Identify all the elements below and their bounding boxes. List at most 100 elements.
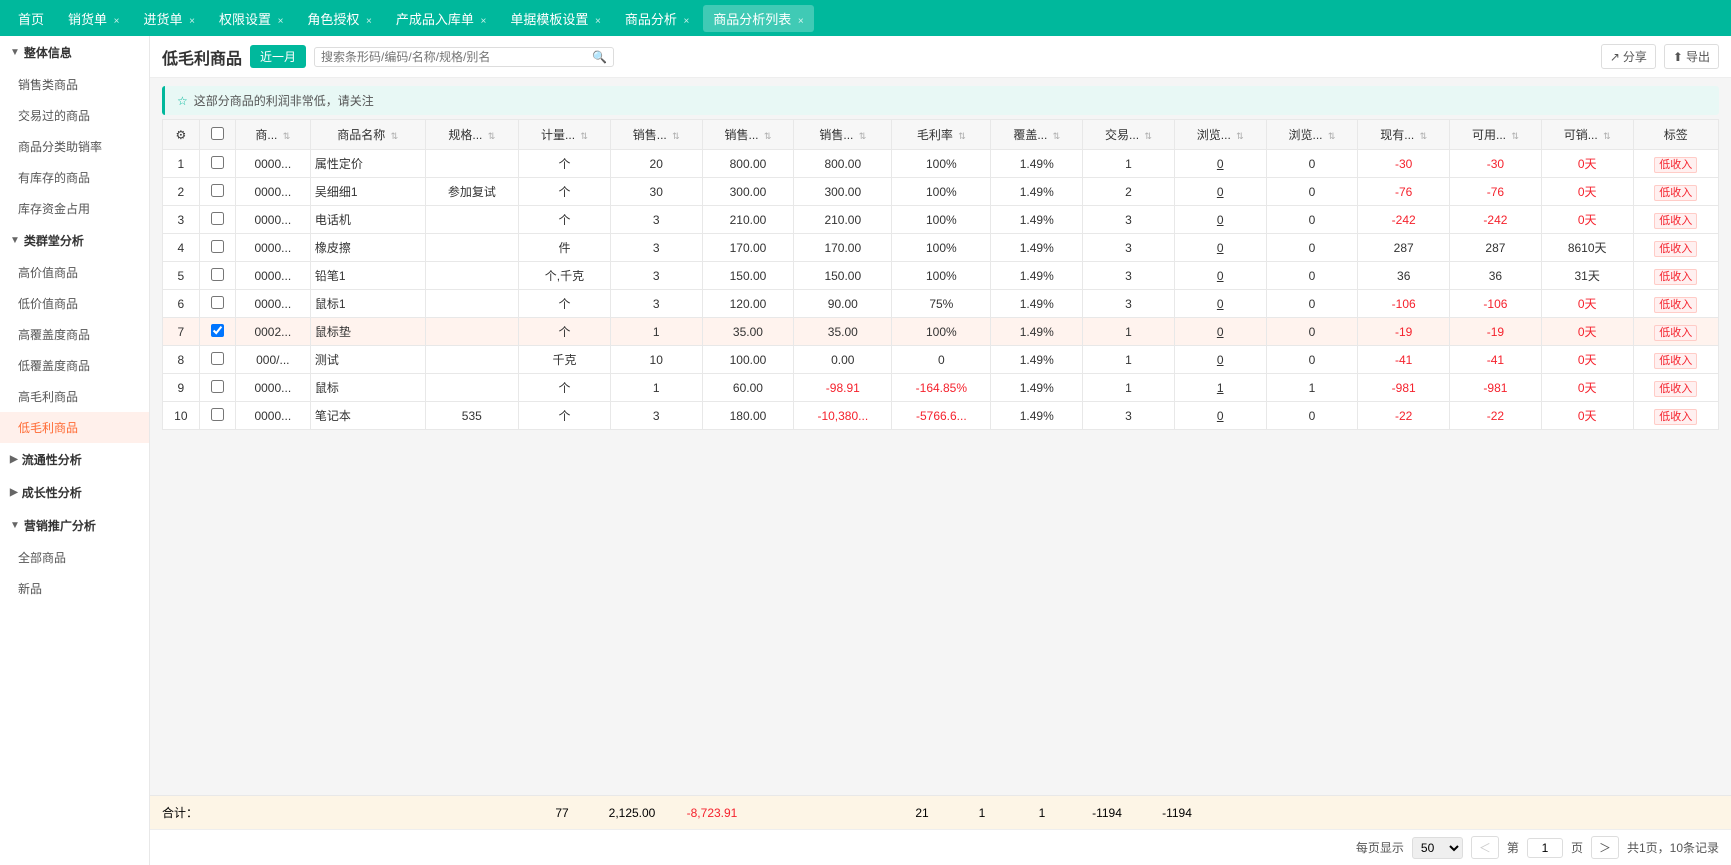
prev-page-btn[interactable]: ＜	[1471, 836, 1499, 859]
row-checkbox[interactable]	[211, 268, 224, 281]
sidebar-item-sales-goods[interactable]: 销售类商品	[0, 69, 149, 100]
nav-close-product-entry[interactable]: ×	[481, 16, 487, 27]
page-input[interactable]	[1527, 838, 1563, 858]
sidebar-item-high-value[interactable]: 高价值商品	[0, 257, 149, 288]
sort-amount-icon[interactable]: ⇅	[764, 131, 772, 141]
sidebar-item-traded-goods[interactable]: 交易过的商品	[0, 100, 149, 131]
sidebar-item-category-rate[interactable]: 商品分类助销率	[0, 131, 149, 162]
row-checkbox[interactable]	[211, 380, 224, 393]
views1-link[interactable]: 0	[1217, 157, 1224, 171]
nav-item-permission[interactable]: 权限设置 ×	[209, 5, 293, 32]
th-settings[interactable]: ⚙	[163, 120, 200, 150]
row-checkbox[interactable]	[211, 240, 224, 253]
sidebar-item-low-coverage[interactable]: 低覆盖度商品	[0, 350, 149, 381]
sort-qty-icon[interactable]: ⇅	[672, 131, 680, 141]
nav-item-analysis[interactable]: 商品分析 ×	[615, 5, 699, 32]
cell-checkbox[interactable]	[199, 318, 235, 346]
sidebar-item-low-margin[interactable]: 低毛利商品	[0, 412, 149, 443]
sort-code-icon[interactable]: ⇅	[283, 131, 291, 141]
cell-coverage: 1.49%	[991, 234, 1083, 262]
cell-sales-profit: 0.00	[794, 346, 892, 374]
cell-coverage: 1.49%	[991, 318, 1083, 346]
nav-item-product-entry[interactable]: 产成品入库单 ×	[386, 5, 496, 32]
sidebar-group-overall[interactable]: ▼ 整体信息	[0, 36, 149, 69]
views1-link[interactable]: 0	[1217, 409, 1224, 423]
search-icon[interactable]: 🔍	[592, 50, 607, 64]
nav-item-template[interactable]: 单据模板设置 ×	[500, 5, 610, 32]
views1-link[interactable]: 1	[1217, 381, 1224, 395]
cell-checkbox[interactable]	[199, 234, 235, 262]
share-btn[interactable]: ↗ 分享	[1601, 44, 1656, 69]
row-checkbox[interactable]	[211, 408, 224, 421]
row-checkbox[interactable]	[211, 352, 224, 365]
sort-unit-icon[interactable]: ⇅	[580, 131, 588, 141]
views1-link[interactable]: 0	[1217, 353, 1224, 367]
sort-spec-icon[interactable]: ⇅	[488, 131, 496, 141]
cell-checkbox[interactable]	[199, 262, 235, 290]
sidebar-item-stock-goods[interactable]: 有库存的商品	[0, 162, 149, 193]
sidebar-item-new-goods[interactable]: 新品	[0, 573, 149, 604]
row-checkbox[interactable]	[211, 184, 224, 197]
sort-stock-icon[interactable]: ⇅	[1420, 131, 1428, 141]
cell-checkbox[interactable]	[199, 150, 235, 178]
sort-trans-icon[interactable]: ⇅	[1144, 131, 1152, 141]
nav-close-role[interactable]: ×	[366, 16, 372, 27]
sort-views1-icon[interactable]: ⇅	[1236, 131, 1244, 141]
sidebar-item-high-margin[interactable]: 高毛利商品	[0, 381, 149, 412]
nav-item-sales[interactable]: 销货单 ×	[58, 5, 129, 32]
views1-link[interactable]: 0	[1217, 241, 1224, 255]
cell-sales-amount: 180.00	[702, 402, 794, 430]
sort-margin-icon[interactable]: ⇅	[958, 131, 966, 141]
sidebar-group-marketing[interactable]: ▼ 营销推广分析	[0, 509, 149, 542]
views1-link[interactable]: 0	[1217, 297, 1224, 311]
select-all-checkbox[interactable]	[211, 127, 224, 140]
sort-coverage-icon[interactable]: ⇅	[1053, 131, 1061, 141]
cell-checkbox[interactable]	[199, 206, 235, 234]
views1-link[interactable]: 0	[1217, 325, 1224, 339]
cell-checkbox[interactable]	[199, 178, 235, 206]
nav-close-purchase[interactable]: ×	[189, 16, 195, 27]
cell-checkbox[interactable]	[199, 290, 235, 318]
sidebar-item-low-value[interactable]: 低价值商品	[0, 288, 149, 319]
page-size-select[interactable]: 10 20 50 100	[1412, 837, 1463, 859]
sidebar-item-stock-capital[interactable]: 库存资金占用	[0, 193, 149, 224]
nav-item-analysis-list[interactable]: 商品分析列表 ×	[703, 5, 813, 32]
nav-item-home[interactable]: 首页	[8, 5, 54, 32]
sort-profit-icon[interactable]: ⇅	[859, 131, 867, 141]
nav-close-analysis[interactable]: ×	[683, 16, 689, 27]
nav-close-permission[interactable]: ×	[278, 16, 284, 27]
views1-link[interactable]: 0	[1217, 269, 1224, 283]
cell-spec	[425, 290, 519, 318]
sidebar-item-high-coverage[interactable]: 高覆盖度商品	[0, 319, 149, 350]
sort-views2-icon[interactable]: ⇅	[1328, 131, 1336, 141]
next-page-btn[interactable]: ＞	[1591, 836, 1619, 859]
th-checkbox[interactable]	[199, 120, 235, 150]
nav-close-sales[interactable]: ×	[114, 16, 120, 27]
sort-days-icon[interactable]: ⇅	[1603, 131, 1611, 141]
nav-close-analysis-list[interactable]: ×	[798, 16, 804, 27]
sort-avail-icon[interactable]: ⇅	[1511, 131, 1519, 141]
row-checkbox[interactable]	[211, 212, 224, 225]
row-checkbox[interactable]	[211, 156, 224, 169]
sidebar-item-all-goods[interactable]: 全部商品	[0, 542, 149, 573]
table-row: 10 0000... 笔记本 535 个 3 180.00 -10,380...…	[163, 402, 1719, 430]
sidebar-group-growth[interactable]: ▶ 成长性分析	[0, 476, 149, 509]
views1-link[interactable]: 0	[1217, 213, 1224, 227]
cell-checkbox[interactable]	[199, 374, 235, 402]
filter-period-btn[interactable]: 近一月	[250, 45, 306, 68]
nav-item-role[interactable]: 角色授权 ×	[297, 5, 381, 32]
cell-unit: 个	[519, 374, 611, 402]
table-row: 2 0000... 吴细细1 参加复试 个 30 300.00 300.00 1…	[163, 178, 1719, 206]
nav-item-purchase[interactable]: 进货单 ×	[133, 5, 204, 32]
cell-checkbox[interactable]	[199, 402, 235, 430]
nav-close-template[interactable]: ×	[595, 16, 601, 27]
sidebar-group-cluster[interactable]: ▼ 类群堂分析	[0, 224, 149, 257]
export-btn[interactable]: ⬆ 导出	[1664, 44, 1719, 69]
row-checkbox[interactable]	[211, 324, 224, 337]
search-input[interactable]	[321, 50, 592, 64]
views1-link[interactable]: 0	[1217, 185, 1224, 199]
sidebar-group-flow[interactable]: ▶ 流通性分析	[0, 443, 149, 476]
row-checkbox[interactable]	[211, 296, 224, 309]
sort-name-icon[interactable]: ⇅	[391, 131, 399, 141]
cell-checkbox[interactable]	[199, 346, 235, 374]
